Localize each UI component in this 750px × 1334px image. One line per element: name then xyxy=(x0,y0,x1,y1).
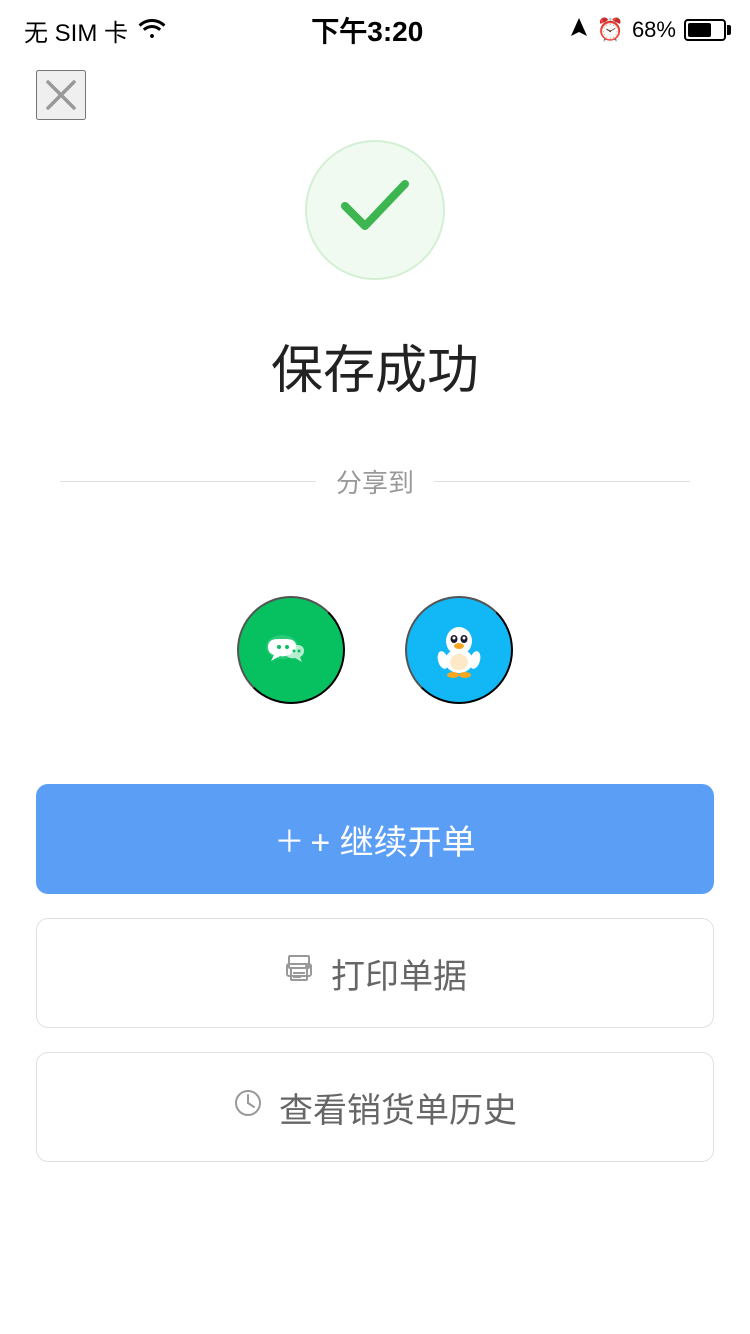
success-title: 保存成功 xyxy=(271,328,479,403)
battery-indicator xyxy=(684,19,726,41)
status-right: ⏰ 68% xyxy=(569,16,726,44)
alarm-icon: ⏰ xyxy=(597,17,624,43)
printer-icon xyxy=(283,954,315,992)
close-button[interactable] xyxy=(36,70,86,120)
main-content: 保存成功 分享到 xyxy=(0,60,750,1162)
wifi-icon xyxy=(138,16,166,44)
wechat-share-button[interactable] xyxy=(237,596,345,704)
success-circle xyxy=(305,140,445,280)
continue-button[interactable]: ＋ + 继续开单 xyxy=(36,784,714,894)
location-icon xyxy=(569,16,589,44)
history-label: 查看销货单历史 xyxy=(279,1083,517,1132)
continue-label: + 继续开单 xyxy=(310,815,475,864)
share-icons xyxy=(0,596,750,704)
clock-icon xyxy=(233,1088,263,1126)
qq-share-button[interactable] xyxy=(405,596,513,704)
divider-right xyxy=(434,481,690,482)
history-button[interactable]: 查看销货单历史 xyxy=(36,1052,714,1162)
print-label: 打印单据 xyxy=(331,949,467,998)
status-left: 无 SIM 卡 xyxy=(24,13,166,48)
status-time: 下午3:20 xyxy=(311,10,423,50)
battery-label: 68% xyxy=(632,17,676,43)
action-buttons: ＋ + 继续开单 打印单据 xyxy=(0,784,750,1162)
share-divider: 分享到 xyxy=(60,463,690,500)
status-bar: 无 SIM 卡 下午3:20 ⏰ 68% xyxy=(0,0,750,60)
plus-icon: ＋ xyxy=(274,817,304,861)
share-label: 分享到 xyxy=(336,463,414,500)
carrier-label: 无 SIM 卡 xyxy=(24,13,128,48)
divider-left xyxy=(60,481,316,482)
print-button[interactable]: 打印单据 xyxy=(36,918,714,1028)
check-icon xyxy=(339,175,411,245)
share-section: 分享到 xyxy=(0,463,750,548)
